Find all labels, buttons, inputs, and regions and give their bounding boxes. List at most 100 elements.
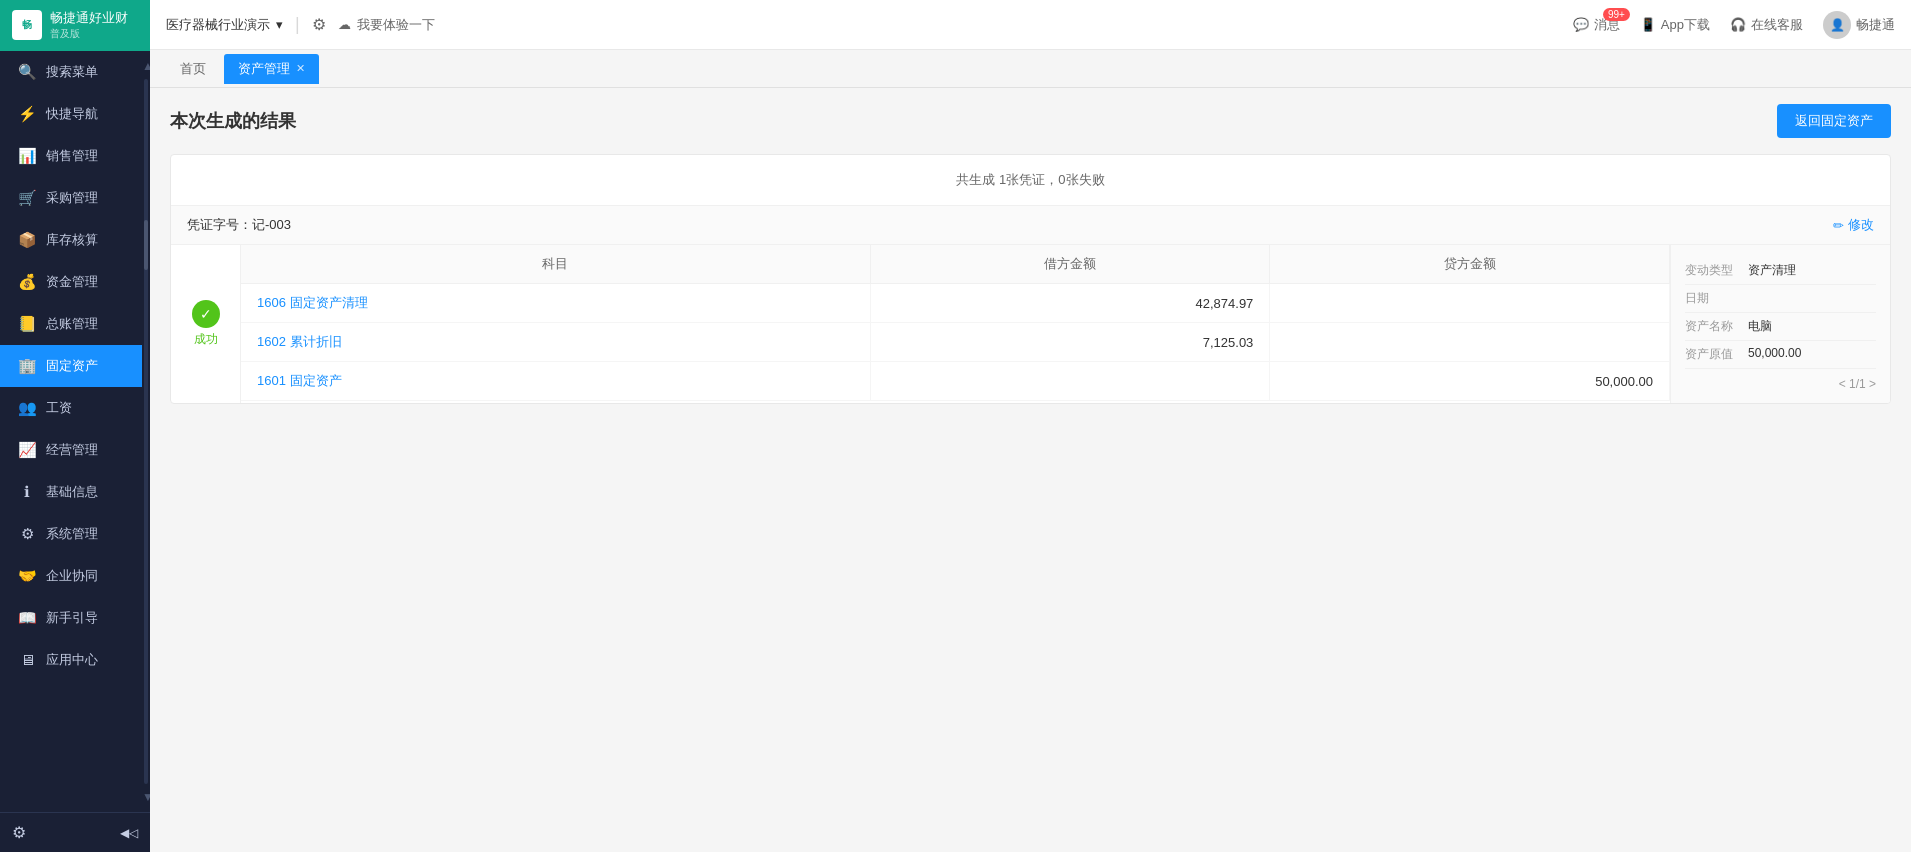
side-panel-pagination[interactable]: < 1/1 > — [1685, 369, 1876, 391]
collapse-icon[interactable]: ◀◁ — [120, 826, 138, 840]
sidebar-item-经营管理[interactable]: 📈 经营管理 — [0, 429, 142, 471]
topbar: 医疗器械行业演示 ▾ | ⚙ ☁ 我要体验一下 💬 消息 99+ 📱 App下载… — [150, 0, 1911, 50]
sidebar-icon: 🏢 — [18, 357, 36, 375]
result-summary: 共生成 1张凭证，0张失败 — [171, 155, 1890, 206]
tab-home[interactable]: 首页 — [166, 54, 220, 84]
avatar: 👤 — [1823, 11, 1851, 39]
sidebar-label: 基础信息 — [46, 483, 98, 501]
company-selector[interactable]: 医疗器械行业演示 ▾ — [166, 16, 283, 34]
side-panel-value: 资产清理 — [1748, 262, 1796, 279]
sidebar-item-新手引导[interactable]: 📖 新手引导 — [0, 597, 142, 639]
settings-icon[interactable]: ⚙ — [12, 823, 26, 842]
sidebar-label: 库存核算 — [46, 231, 98, 249]
message-icon: 💬 — [1573, 17, 1589, 32]
topbar-right: 💬 消息 99+ 📱 App下载 🎧 在线客服 👤 畅捷通 — [1573, 11, 1895, 39]
sidebar-label: 企业协同 — [46, 567, 98, 585]
sidebar-label: 固定资产 — [46, 357, 98, 375]
user-profile[interactable]: 👤 畅捷通 — [1823, 11, 1895, 39]
asset-tab-label: 资产管理 — [238, 60, 290, 78]
sidebar-item-采购管理[interactable]: 🛒 采购管理 — [0, 177, 142, 219]
app-download-button[interactable]: 📱 App下载 — [1640, 16, 1710, 34]
sidebar-item-基础信息[interactable]: ℹ 基础信息 — [0, 471, 142, 513]
sidebar-item-快捷导航[interactable]: ⚡ 快捷导航 — [0, 93, 142, 135]
sidebar-label: 采购管理 — [46, 189, 98, 207]
result-card: 共生成 1张凭证，0张失败 凭证字号：记-003 ✏ 修改 — [170, 154, 1891, 404]
message-button[interactable]: 💬 消息 99+ — [1573, 16, 1620, 34]
side-panel-row: 资产原值50,000.00 — [1685, 341, 1876, 369]
sidebar-icon: 👥 — [18, 399, 36, 417]
cloud-icon: ☁ — [338, 17, 351, 32]
sidebar-item-总账管理[interactable]: 📒总账管理 — [0, 303, 142, 345]
sidebar-item-固定资产[interactable]: 🏢 固定资产 — [0, 345, 142, 387]
online-service-label: 在线客服 — [1751, 16, 1803, 34]
sidebar-icon: 🤝 — [18, 567, 36, 585]
summary-text: 共生成 1张凭证，0张失败 — [956, 172, 1104, 187]
tabbar: 首页 资产管理 ✕ — [150, 50, 1911, 88]
debit-cell: 42,874.97 — [870, 284, 1270, 323]
back-to-fixed-assets-button[interactable]: 返回固定资产 — [1777, 104, 1891, 138]
sidebar-icon: 📈 — [18, 441, 36, 459]
side-info-panel: 变动类型资产清理日期资产名称电脑资产原值50,000.00< 1/1 > — [1670, 245, 1890, 403]
sidebar-footer: ⚙ ◀◁ — [0, 812, 150, 852]
side-panel-row: 变动类型资产清理 — [1685, 257, 1876, 285]
page-header: 本次生成的结果 返回固定资产 — [170, 104, 1891, 138]
sidebar-item-搜索菜单[interactable]: 🔍搜索菜单 — [0, 51, 142, 93]
sidebar-icon: ℹ — [18, 483, 36, 501]
edit-voucher-button[interactable]: ✏ 修改 — [1833, 216, 1874, 234]
sidebar-label: 新手引导 — [46, 609, 98, 627]
side-panel-label: 日期 — [1685, 290, 1740, 307]
side-panel-row: 日期 — [1685, 285, 1876, 313]
scroll-down-arrow[interactable]: ▼ — [142, 786, 150, 808]
col-header-debit: 借方金额 — [870, 245, 1270, 284]
sidebar: 畅 畅捷通好业财 普及版 🔍搜索菜单⚡快捷导航📊销售管理🛒采购管理📦库存核算💰资… — [0, 0, 150, 852]
service-icon: 🎧 — [1730, 17, 1746, 32]
voucher-header: 凭证字号：记-003 ✏ 修改 — [171, 206, 1890, 245]
topbar-settings-icon[interactable]: ⚙ — [312, 15, 326, 34]
table-row: 1606 固定资产清理 42,874.97 — [241, 284, 1670, 323]
page-title: 本次生成的结果 — [170, 109, 296, 133]
sidebar-item-工资[interactable]: 👥 工资 — [0, 387, 142, 429]
credit-cell: 50,000.00 — [1270, 362, 1670, 401]
user-name: 畅捷通 — [1856, 16, 1895, 34]
home-tab-label: 首页 — [180, 60, 206, 78]
sidebar-label: 工资 — [46, 399, 72, 417]
tab-close-icon[interactable]: ✕ — [296, 62, 305, 75]
sidebar-nav: 🔍搜索菜单 ⚡ 快捷导航 📊销售管理 🛒 采购管理 📦库存核算💰资金管理📒总账管理 🏢 固定资产… — [0, 51, 142, 812]
online-service-button[interactable]: 🎧 在线客服 — [1730, 16, 1803, 34]
sidebar-icon: ⚡ — [18, 105, 36, 123]
sidebar-item-企业协同[interactable]: 🤝 企业协同 — [0, 555, 142, 597]
edit-icon: ✏ — [1833, 218, 1844, 233]
app-download-label: App下载 — [1661, 16, 1710, 34]
sidebar-label: 系统管理 — [46, 525, 98, 543]
sidebar-icon: 📖 — [18, 609, 36, 627]
success-icon: ✓ — [192, 300, 220, 328]
sidebar-icon: 🖥 — [18, 651, 36, 668]
scroll-up-arrow[interactable]: ▲ — [142, 55, 150, 77]
table-row: 1601 固定资产 50,000.00 — [241, 362, 1670, 401]
credit-cell — [1270, 323, 1670, 362]
sidebar-item-应用中心[interactable]: 🖥应用中心 — [0, 639, 142, 681]
sidebar-icon: ⚙ — [18, 525, 36, 543]
sidebar-item-销售管理[interactable]: 📊销售管理 — [0, 135, 142, 177]
account-cell: 1601 固定资产 — [241, 362, 870, 401]
sidebar-label: 经营管理 — [46, 441, 98, 459]
app-logo: 畅 — [12, 10, 42, 40]
sidebar-icon: 🛒 — [18, 189, 36, 207]
avatar-icon: 👤 — [1830, 18, 1845, 32]
tab-asset-management[interactable]: 资产管理 ✕ — [224, 54, 319, 84]
debit-cell: 7,125.03 — [870, 323, 1270, 362]
sidebar-item-系统管理[interactable]: ⚙ 系统管理 — [0, 513, 142, 555]
voucher-number: 凭证字号：记-003 — [187, 216, 291, 234]
table-row: 1602 累计折旧 7,125.03 — [241, 323, 1670, 362]
experience-button[interactable]: ☁ 我要体验一下 — [338, 16, 435, 34]
col-header-credit: 贷方金额 — [1270, 245, 1670, 284]
side-panel-label: 资产原值 — [1685, 346, 1740, 363]
sidebar-label: 快捷导航 — [46, 105, 98, 123]
sidebar-item-资金管理[interactable]: 💰资金管理 — [0, 261, 142, 303]
topbar-divider: | — [295, 14, 300, 35]
message-badge: 99+ — [1603, 8, 1630, 21]
content-area: 本次生成的结果 返回固定资产 共生成 1张凭证，0张失败 凭证字号：记-003 … — [150, 88, 1911, 852]
company-name: 医疗器械行业演示 — [166, 16, 270, 34]
voucher-status: ✓ 成功 — [171, 245, 241, 403]
sidebar-item-库存核算[interactable]: 📦库存核算 — [0, 219, 142, 261]
